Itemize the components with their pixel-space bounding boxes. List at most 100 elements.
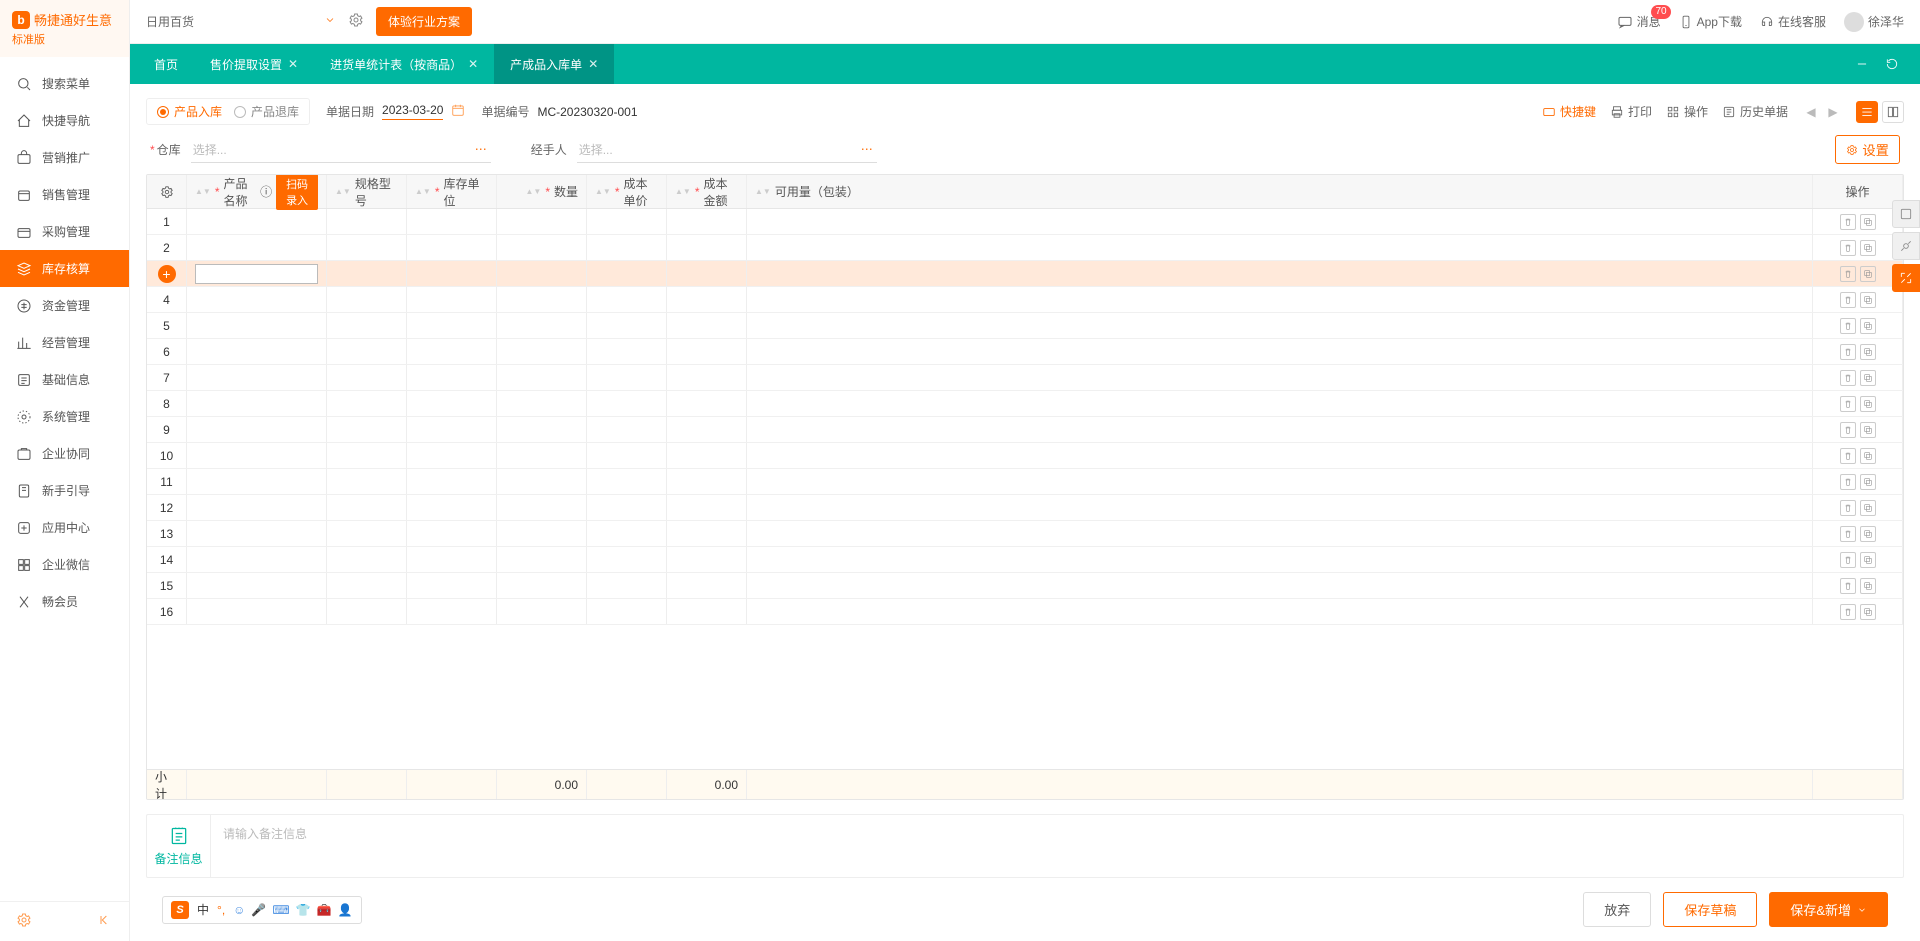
sidebar-item-3[interactable]: 销售管理 <box>0 176 129 213</box>
delete-row-icon[interactable] <box>1840 474 1856 490</box>
delete-row-icon[interactable] <box>1840 266 1856 282</box>
tab-0[interactable]: 首页 <box>138 44 194 84</box>
sidebar-item-10[interactable]: 企业协同 <box>0 435 129 472</box>
warehouse-select[interactable]: 选择... ⋯ <box>191 137 491 163</box>
copy-row-icon[interactable] <box>1860 474 1876 490</box>
close-icon[interactable]: ✕ <box>288 57 298 71</box>
support-button[interactable]: 在线客服 <box>1760 13 1826 30</box>
ime-toolbar[interactable]: S 中 °, ☺ 🎤 ⌨ 👕 🧰 👤 <box>162 896 362 924</box>
copy-row-icon[interactable] <box>1860 266 1876 282</box>
copy-row-icon[interactable] <box>1860 500 1876 516</box>
copy-row-icon[interactable] <box>1860 214 1876 230</box>
org-settings-icon[interactable] <box>348 12 364 31</box>
delete-row-icon[interactable] <box>1840 578 1856 594</box>
delete-row-icon[interactable] <box>1840 318 1856 334</box>
sidebar-item-5[interactable]: 库存核算 <box>0 250 129 287</box>
copy-row-icon[interactable] <box>1860 396 1876 412</box>
rail-item-2[interactable] <box>1892 232 1920 260</box>
sidebar-settings-icon[interactable] <box>16 912 32 931</box>
table-row[interactable]: 11 <box>147 469 1903 495</box>
table-row[interactable]: 15 <box>147 573 1903 599</box>
tab-3[interactable]: 产成品入库单✕ <box>494 44 614 84</box>
sidebar-item-6[interactable]: 资金管理 <box>0 287 129 324</box>
shortcut-button[interactable]: 快捷键 <box>1542 103 1596 120</box>
scan-input-button[interactable]: 扫码录入 <box>276 174 318 210</box>
sidebar-item-7[interactable]: 经营管理 <box>0 324 129 361</box>
table-row[interactable]: 8 <box>147 391 1903 417</box>
table-row[interactable]: 2 <box>147 235 1903 261</box>
product-name-input[interactable] <box>195 264 318 284</box>
add-row-icon[interactable]: + <box>158 265 176 283</box>
delete-row-icon[interactable] <box>1840 370 1856 386</box>
copy-row-icon[interactable] <box>1860 526 1876 542</box>
sidebar-item-0[interactable]: 搜索菜单 <box>0 65 129 102</box>
sidebar-item-13[interactable]: 企业微信 <box>0 546 129 583</box>
table-row[interactable]: 1 <box>147 209 1903 235</box>
copy-row-icon[interactable] <box>1860 552 1876 568</box>
delete-row-icon[interactable] <box>1840 552 1856 568</box>
delete-row-icon[interactable] <box>1840 344 1856 360</box>
org-select[interactable]: 日用百货 <box>146 13 336 30</box>
ime-keyboard-icon[interactable]: ⌨ <box>272 903 289 917</box>
ime-emoji-icon[interactable]: ☺ <box>233 903 245 917</box>
table-row[interactable]: 13 <box>147 521 1903 547</box>
table-row[interactable]: + <box>147 261 1903 287</box>
ime-mic-icon[interactable]: 🎤 <box>251 903 266 917</box>
ime-toolbox-icon[interactable]: 🧰 <box>317 903 332 917</box>
sidebar-item-9[interactable]: 系统管理 <box>0 398 129 435</box>
delete-row-icon[interactable] <box>1840 604 1856 620</box>
sidebar-item-12[interactable]: 应用中心 <box>0 509 129 546</box>
sidebar-item-8[interactable]: 基础信息 <box>0 361 129 398</box>
app-download-button[interactable]: App下载 <box>1679 13 1742 30</box>
discard-button[interactable]: 放弃 <box>1583 892 1651 927</box>
prev-doc-icon[interactable]: ◀ <box>1802 103 1820 121</box>
tab-minimize-icon[interactable] <box>1850 52 1874 76</box>
sidebar-item-11[interactable]: 新手引导 <box>0 472 129 509</box>
delete-row-icon[interactable] <box>1840 214 1856 230</box>
tab-1[interactable]: 售价提取设置✕ <box>194 44 314 84</box>
history-button[interactable]: 历史单据 <box>1722 103 1788 120</box>
calendar-icon[interactable] <box>451 103 465 120</box>
delete-row-icon[interactable] <box>1840 240 1856 256</box>
handler-select[interactable]: 选择... ⋯ <box>577 137 877 163</box>
copy-row-icon[interactable] <box>1860 240 1876 256</box>
copy-row-icon[interactable] <box>1860 604 1876 620</box>
copy-row-icon[interactable] <box>1860 292 1876 308</box>
table-row[interactable]: 5 <box>147 313 1903 339</box>
th-price[interactable]: ▲▼*成本单价 <box>587 175 667 208</box>
table-settings-button[interactable]: 设置 <box>1835 135 1900 164</box>
user-menu[interactable]: 徐泽华 <box>1844 12 1904 32</box>
ime-user-icon[interactable]: 👤 <box>338 903 353 917</box>
table-row[interactable]: 14 <box>147 547 1903 573</box>
sidebar-item-1[interactable]: 快捷导航 <box>0 102 129 139</box>
delete-row-icon[interactable] <box>1840 500 1856 516</box>
rail-item-1[interactable] <box>1892 200 1920 228</box>
copy-row-icon[interactable] <box>1860 422 1876 438</box>
radio-product-in[interactable]: 产品入库 <box>157 103 222 120</box>
sidebar-item-14[interactable]: 畅会员 <box>0 583 129 620</box>
tab-refresh-icon[interactable] <box>1880 52 1904 76</box>
delete-row-icon[interactable] <box>1840 526 1856 542</box>
table-row[interactable]: 6 <box>147 339 1903 365</box>
table-row[interactable]: 12 <box>147 495 1903 521</box>
table-row[interactable]: 7 <box>147 365 1903 391</box>
th-model[interactable]: ▲▼规格型号 <box>327 175 407 208</box>
table-row[interactable]: 9 <box>147 417 1903 443</box>
table-row[interactable]: 10 <box>147 443 1903 469</box>
delete-row-icon[interactable] <box>1840 422 1856 438</box>
date-value[interactable]: 2023-03-20 <box>382 103 443 120</box>
close-icon[interactable]: ✕ <box>468 57 478 71</box>
ime-skin-icon[interactable]: 👕 <box>296 903 311 917</box>
sidebar-item-4[interactable]: 采购管理 <box>0 213 129 250</box>
radio-product-out[interactable]: 产品退库 <box>234 103 299 120</box>
industry-solution-button[interactable]: 体验行业方案 <box>376 7 472 36</box>
close-icon[interactable]: ✕ <box>588 57 598 71</box>
copy-row-icon[interactable] <box>1860 344 1876 360</box>
copy-row-icon[interactable] <box>1860 448 1876 464</box>
operate-button[interactable]: 操作 <box>1666 103 1708 120</box>
messages-button[interactable]: 消息 70 <box>1617 13 1661 30</box>
print-button[interactable]: 打印 <box>1610 103 1652 120</box>
view-card-icon[interactable] <box>1882 101 1904 123</box>
next-doc-icon[interactable]: ▶ <box>1824 103 1842 121</box>
th-amount[interactable]: ▲▼*成本金额 <box>667 175 747 208</box>
